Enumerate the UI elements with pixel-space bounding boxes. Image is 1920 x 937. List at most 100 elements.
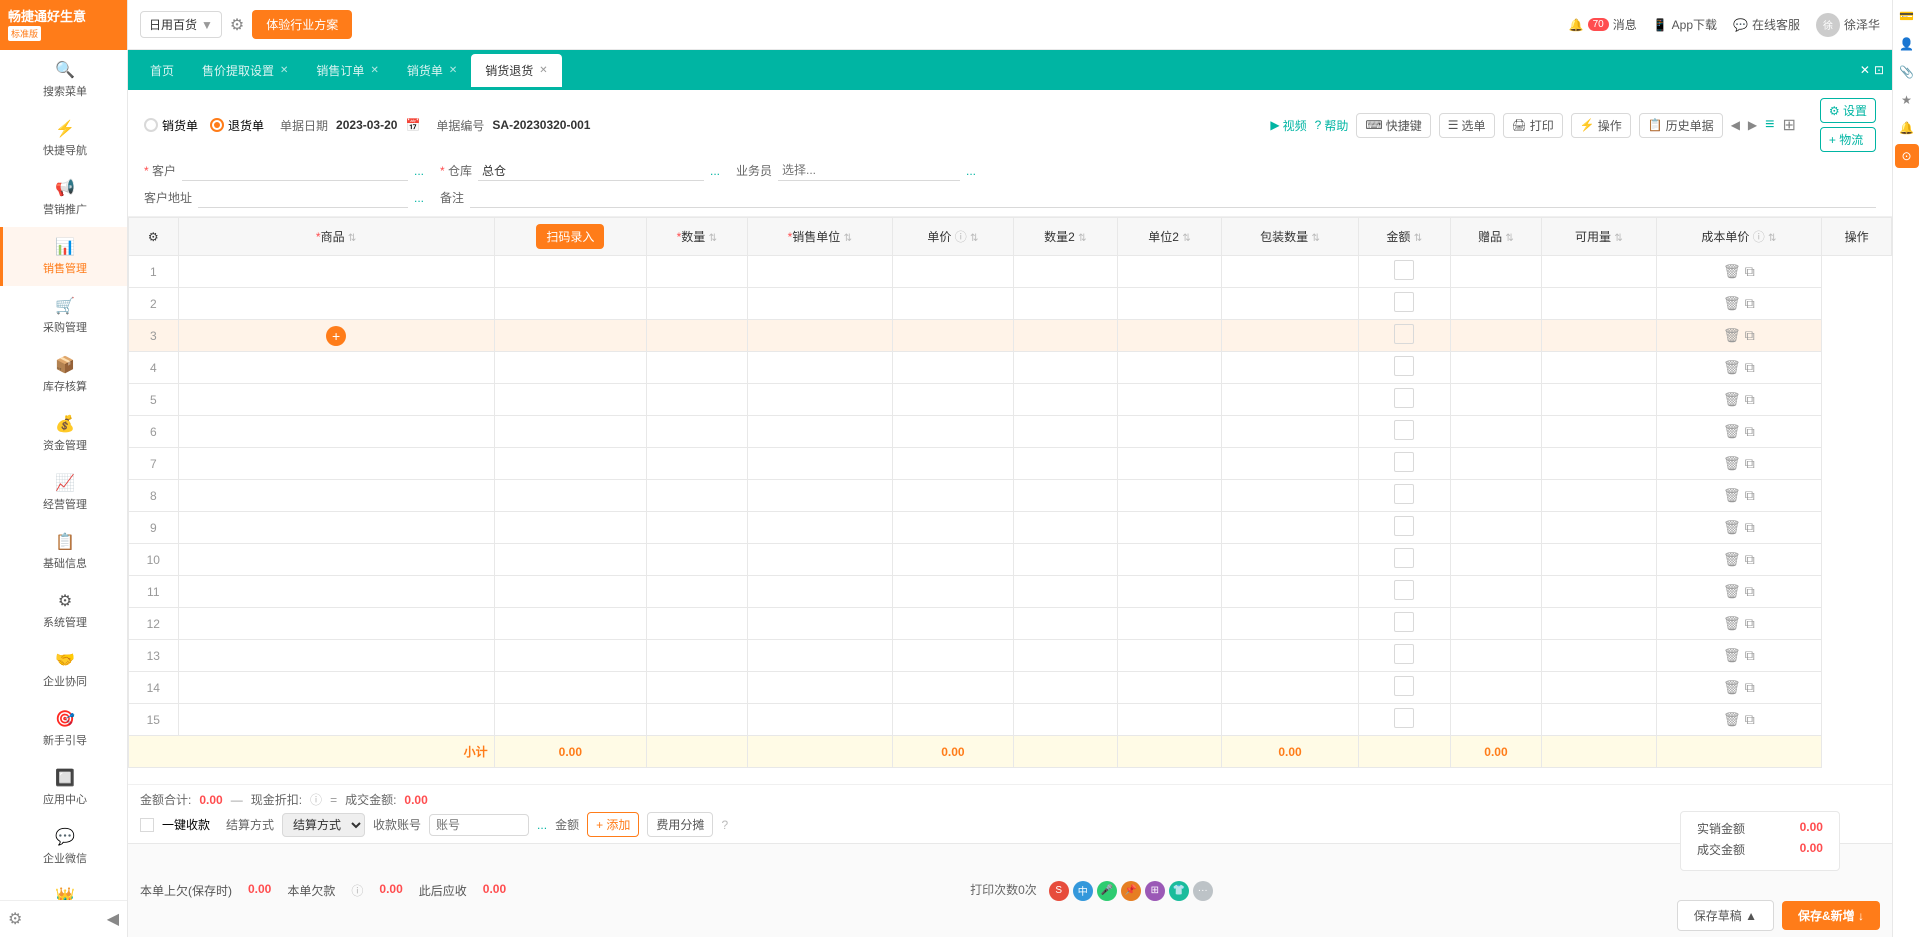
- available-cell[interactable]: [1450, 512, 1542, 544]
- gift-sort[interactable]: ⇅: [1505, 233, 1513, 244]
- qty-cell[interactable]: [494, 640, 646, 672]
- product-cell[interactable]: [178, 512, 494, 544]
- cost-price-cell[interactable]: [1542, 480, 1656, 512]
- sale-unit-cell[interactable]: [647, 448, 747, 480]
- copy-icon[interactable]: ⧉: [1745, 583, 1755, 600]
- unit-price-cell[interactable]: [747, 448, 893, 480]
- warehouse-dots[interactable]: ...: [710, 164, 720, 178]
- sidebar-item-wechat[interactable]: 💬 企业微信: [0, 817, 127, 876]
- pack-qty-cell[interactable]: [1117, 416, 1221, 448]
- product-cell[interactable]: [178, 640, 494, 672]
- sale-unit-cell[interactable]: [647, 544, 747, 576]
- copy-icon[interactable]: ⧉: [1745, 519, 1755, 536]
- available-cell[interactable]: [1450, 352, 1542, 384]
- qty-cell[interactable]: [494, 704, 646, 736]
- cost-price-cell[interactable]: [1542, 352, 1656, 384]
- sidebar-item-guide[interactable]: 🎯 新手引导: [0, 699, 127, 758]
- copy-icon[interactable]: ⧉: [1745, 455, 1755, 472]
- footer-icon-more[interactable]: ···: [1193, 881, 1213, 901]
- footer-icon-mic[interactable]: 🎤: [1097, 881, 1117, 901]
- unit-price-cell[interactable]: [747, 576, 893, 608]
- delete-icon[interactable]: 🗑: [1723, 295, 1741, 312]
- product-sort[interactable]: ⇅: [348, 233, 356, 244]
- action-print-btn[interactable]: 🖨 打印: [1503, 113, 1563, 138]
- unit2-cell[interactable]: [1013, 704, 1117, 736]
- pack-qty-cell[interactable]: [1117, 672, 1221, 704]
- qty2-cell[interactable]: [893, 576, 1014, 608]
- amount-sort[interactable]: ⇅: [1414, 233, 1422, 244]
- sale-unit-cell[interactable]: [647, 672, 747, 704]
- col-settings[interactable]: ⚙: [129, 218, 179, 256]
- unit2-cell[interactable]: [1013, 288, 1117, 320]
- unit-price-cell[interactable]: [747, 512, 893, 544]
- sale-unit-cell[interactable]: [647, 288, 747, 320]
- available-cell[interactable]: [1450, 448, 1542, 480]
- customer-dots[interactable]: ...: [414, 164, 424, 178]
- tab-sale-return-close[interactable]: ✕: [539, 65, 547, 76]
- copy-icon[interactable]: ⧉: [1745, 327, 1755, 344]
- gift-checkbox[interactable]: [1394, 676, 1414, 696]
- qty-cell[interactable]: [494, 480, 646, 512]
- product-cell[interactable]: [178, 576, 494, 608]
- saleunit-sort[interactable]: ⇅: [844, 233, 852, 244]
- unit-price-cell[interactable]: [747, 384, 893, 416]
- amount-cell[interactable]: [1222, 704, 1359, 736]
- unit2-cell[interactable]: [1013, 672, 1117, 704]
- qty-cell[interactable]: [494, 576, 646, 608]
- sidebar-item-member[interactable]: 👑 畅会员: [0, 876, 127, 900]
- available-cell[interactable]: [1450, 288, 1542, 320]
- available-cell[interactable]: [1450, 640, 1542, 672]
- product-input[interactable]: [185, 265, 488, 279]
- sidebar-item-sales[interactable]: 📊 销售管理: [0, 227, 127, 286]
- amount-cell[interactable]: [1222, 416, 1359, 448]
- action-video[interactable]: ▶ 视频: [1270, 117, 1306, 134]
- unit2-cell[interactable]: [1013, 640, 1117, 672]
- scan-btn[interactable]: 扫码录入: [536, 224, 604, 249]
- amount-cell[interactable]: [1222, 512, 1359, 544]
- sale-unit-cell[interactable]: [647, 704, 747, 736]
- available-cell[interactable]: [1450, 416, 1542, 448]
- copy-icon[interactable]: ⧉: [1745, 487, 1755, 504]
- sale-unit-cell[interactable]: [647, 576, 747, 608]
- unit2-cell[interactable]: [1013, 480, 1117, 512]
- pack-qty-cell[interactable]: [1117, 512, 1221, 544]
- gift-checkbox[interactable]: [1394, 580, 1414, 600]
- product-input[interactable]: [185, 617, 488, 631]
- sidebar-item-inventory[interactable]: 📦 库存核算: [0, 345, 127, 404]
- sale-unit-cell[interactable]: [647, 480, 747, 512]
- amount-cell[interactable]: [1222, 352, 1359, 384]
- unit-price-cell[interactable]: [747, 672, 893, 704]
- unit2-cell[interactable]: [1013, 576, 1117, 608]
- user-item[interactable]: 徐 徐泽华: [1816, 13, 1880, 37]
- available-cell[interactable]: [1450, 672, 1542, 704]
- app-download-item[interactable]: 📱 App下载: [1653, 16, 1717, 33]
- view-list-icon[interactable]: ≡: [1765, 116, 1774, 134]
- cost-price-cell[interactable]: [1542, 416, 1656, 448]
- delete-icon[interactable]: 🗑: [1723, 583, 1741, 600]
- delete-icon[interactable]: 🗑: [1723, 519, 1741, 536]
- save-new-btn[interactable]: 保存&新增 ↓: [1782, 901, 1880, 930]
- pack-qty-cell[interactable]: [1117, 640, 1221, 672]
- cost-price-cell[interactable]: [1542, 704, 1656, 736]
- amount-cell[interactable]: [1222, 640, 1359, 672]
- available-cell[interactable]: [1450, 544, 1542, 576]
- action-select-btn[interactable]: ☰ 选单: [1439, 113, 1495, 138]
- qty2-cell[interactable]: [893, 352, 1014, 384]
- unit2-cell[interactable]: [1013, 416, 1117, 448]
- qty2-cell[interactable]: [893, 256, 1014, 288]
- rs-btn-1[interactable]: 💳: [1895, 4, 1919, 28]
- qty2-cell[interactable]: [893, 448, 1014, 480]
- sale-unit-cell[interactable]: [647, 640, 747, 672]
- qty-cell[interactable]: [494, 352, 646, 384]
- radio-return[interactable]: 退货单: [210, 117, 264, 134]
- delete-icon[interactable]: 🗑: [1723, 423, 1741, 440]
- sale-unit-cell[interactable]: [647, 256, 747, 288]
- sidebar-item-operation[interactable]: 📈 经营管理: [0, 463, 127, 522]
- view-grid-icon[interactable]: ⊞: [1783, 115, 1796, 135]
- gift-checkbox[interactable]: [1394, 452, 1414, 472]
- sale-unit-cell[interactable]: [647, 320, 747, 352]
- product-cell[interactable]: [178, 384, 494, 416]
- available-cell[interactable]: [1450, 608, 1542, 640]
- product-input[interactable]: [185, 457, 488, 471]
- qty-cell[interactable]: [494, 288, 646, 320]
